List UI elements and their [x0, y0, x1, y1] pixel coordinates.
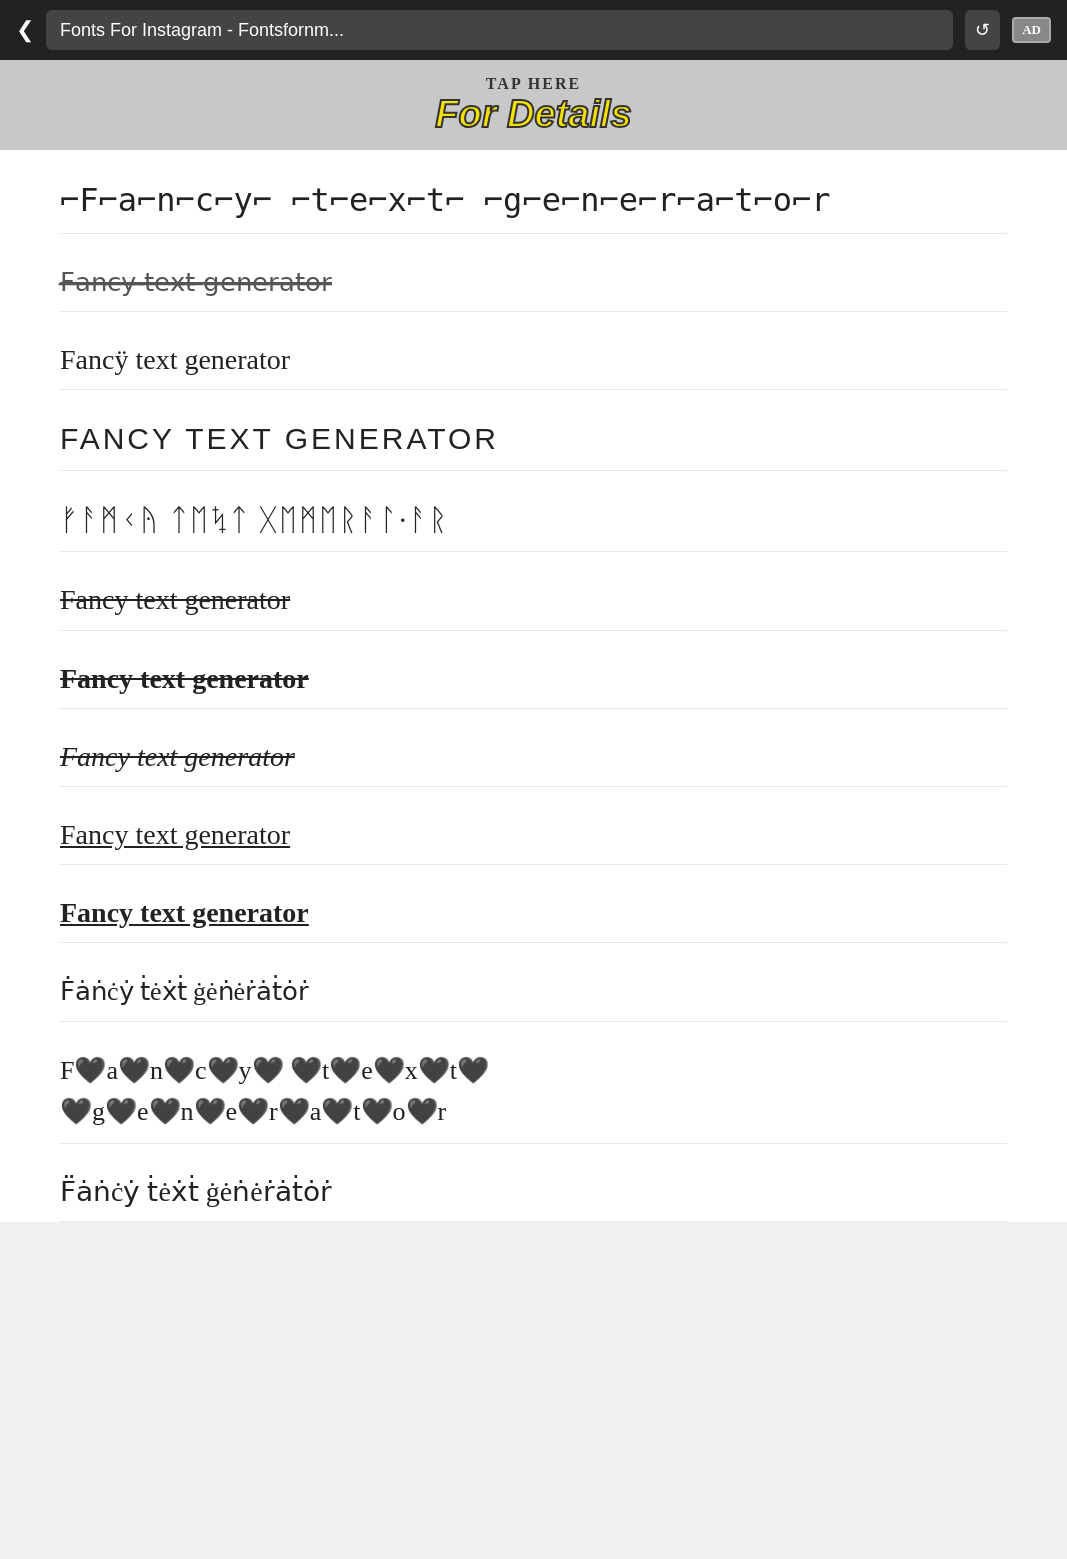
- text-style-slash[interactable]: Fancy text generator: [60, 741, 295, 772]
- text-style-underline2[interactable]: Fancy text generator: [60, 897, 309, 928]
- list-item: Fancy text generator: [60, 552, 1007, 630]
- list-item: Ḟȧṅċẏ ṫėẋṫ ġėṅėṙȧṫȯṙ: [60, 943, 1007, 1021]
- list-item: ⌐F⌐a⌐n⌐c⌐y⌐ ⌐t⌐e⌐x⌐t⌐ ⌐g⌐e⌐n⌐e⌐r⌐a⌐t⌐o⌐r: [60, 150, 1007, 234]
- list-item: F̈ȧṅċẏ ṫėẋṫ ġėṅėṙȧṫȯṙ: [60, 1144, 1007, 1222]
- text-style-medieval[interactable]: Fancÿ text generator: [60, 344, 290, 375]
- ad-badge: AD: [1012, 17, 1051, 43]
- text-style-strikethrough[interactable]: F̶a̶n̶c̶y̶ ̶t̶e̶x̶t̶ ̶g̶e̶n̶e̶r̶a̶t̶o̶r̶: [60, 268, 332, 297]
- back-icon[interactable]: ❮: [16, 17, 34, 43]
- text-style-bracket[interactable]: ⌐F⌐a⌐n⌐c⌐y⌐ ⌐t⌐e⌐x⌐t⌐ ⌐g⌐e⌐n⌐e⌐r⌐a⌐t⌐o⌐r: [60, 181, 831, 219]
- text-style-strike3[interactable]: Fancy text generator: [60, 663, 309, 694]
- top-bar: ❮ ↺ AD: [0, 0, 1067, 60]
- list-item: Fancy text generator: [60, 709, 1007, 787]
- list-item: Fancÿ text generator: [60, 312, 1007, 390]
- refresh-icon: ↺: [975, 20, 990, 40]
- list-item: ᚠᚨᛗᚲᚤ ᛏᛖᛪᛏ ᚷᛖᛗᛖᚱᚨᛚ·ᚨᚱ: [60, 471, 1007, 552]
- list-item: F̶a̶n̶c̶y̶ ̶t̶e̶x̶t̶ ̶g̶e̶n̶e̶r̶a̶t̶o̶r̶: [60, 234, 1007, 312]
- list-item: F🖤a🖤n🖤c🖤y🖤 🖤t🖤e🖤x🖤t🖤🖤g🖤e🖤n🖤e🖤r🖤a🖤t🖤o🖤r: [60, 1022, 1007, 1144]
- refresh-button[interactable]: ↺: [965, 10, 1000, 50]
- list-item: Fancy text generator: [60, 865, 1007, 943]
- for-details-label: For Details: [435, 93, 631, 136]
- list-item: Fancy text generator: [60, 787, 1007, 865]
- ad-banner[interactable]: TAP HERE For Details: [0, 60, 1067, 150]
- text-style-underline1[interactable]: Fancy text generator: [60, 819, 290, 850]
- text-style-futhark[interactable]: ᚠᚨᛗᚲᚤ ᛏᛖᛪᛏ ᚷᛖᛗᛖᚱᚨᛚ·ᚨᚱ: [60, 503, 449, 536]
- content-area: ⌐F⌐a⌐n⌐c⌐y⌐ ⌐t⌐e⌐x⌐t⌐ ⌐g⌐e⌐n⌐e⌐r⌐a⌐t⌐o⌐r…: [0, 150, 1067, 1222]
- list-item: Fancy text generator: [60, 631, 1007, 709]
- url-input[interactable]: [46, 10, 953, 50]
- text-style-hearts[interactable]: F🖤a🖤n🖤c🖤y🖤 🖤t🖤e🖤x🖤t🖤🖤g🖤e🖤n🖤e🖤r🖤a🖤t🖤o🖤r: [60, 1056, 489, 1127]
- text-style-strike2[interactable]: Fancy text generator: [60, 584, 290, 615]
- tap-here-label: TAP HERE: [486, 75, 581, 93]
- text-style-arrows[interactable]: F̈ȧṅċẏ ṫėẋṫ ġėṅėṙȧṫȯṙ: [60, 1176, 332, 1207]
- text-style-dots[interactable]: Ḟȧṅċẏ ṫėẋṫ ġėṅėṙȧṫȯṙ: [60, 977, 309, 1006]
- text-style-caps[interactable]: FANCY TEXT GENERATOR: [60, 422, 499, 455]
- list-item: FANCY TEXT GENERATOR: [60, 390, 1007, 471]
